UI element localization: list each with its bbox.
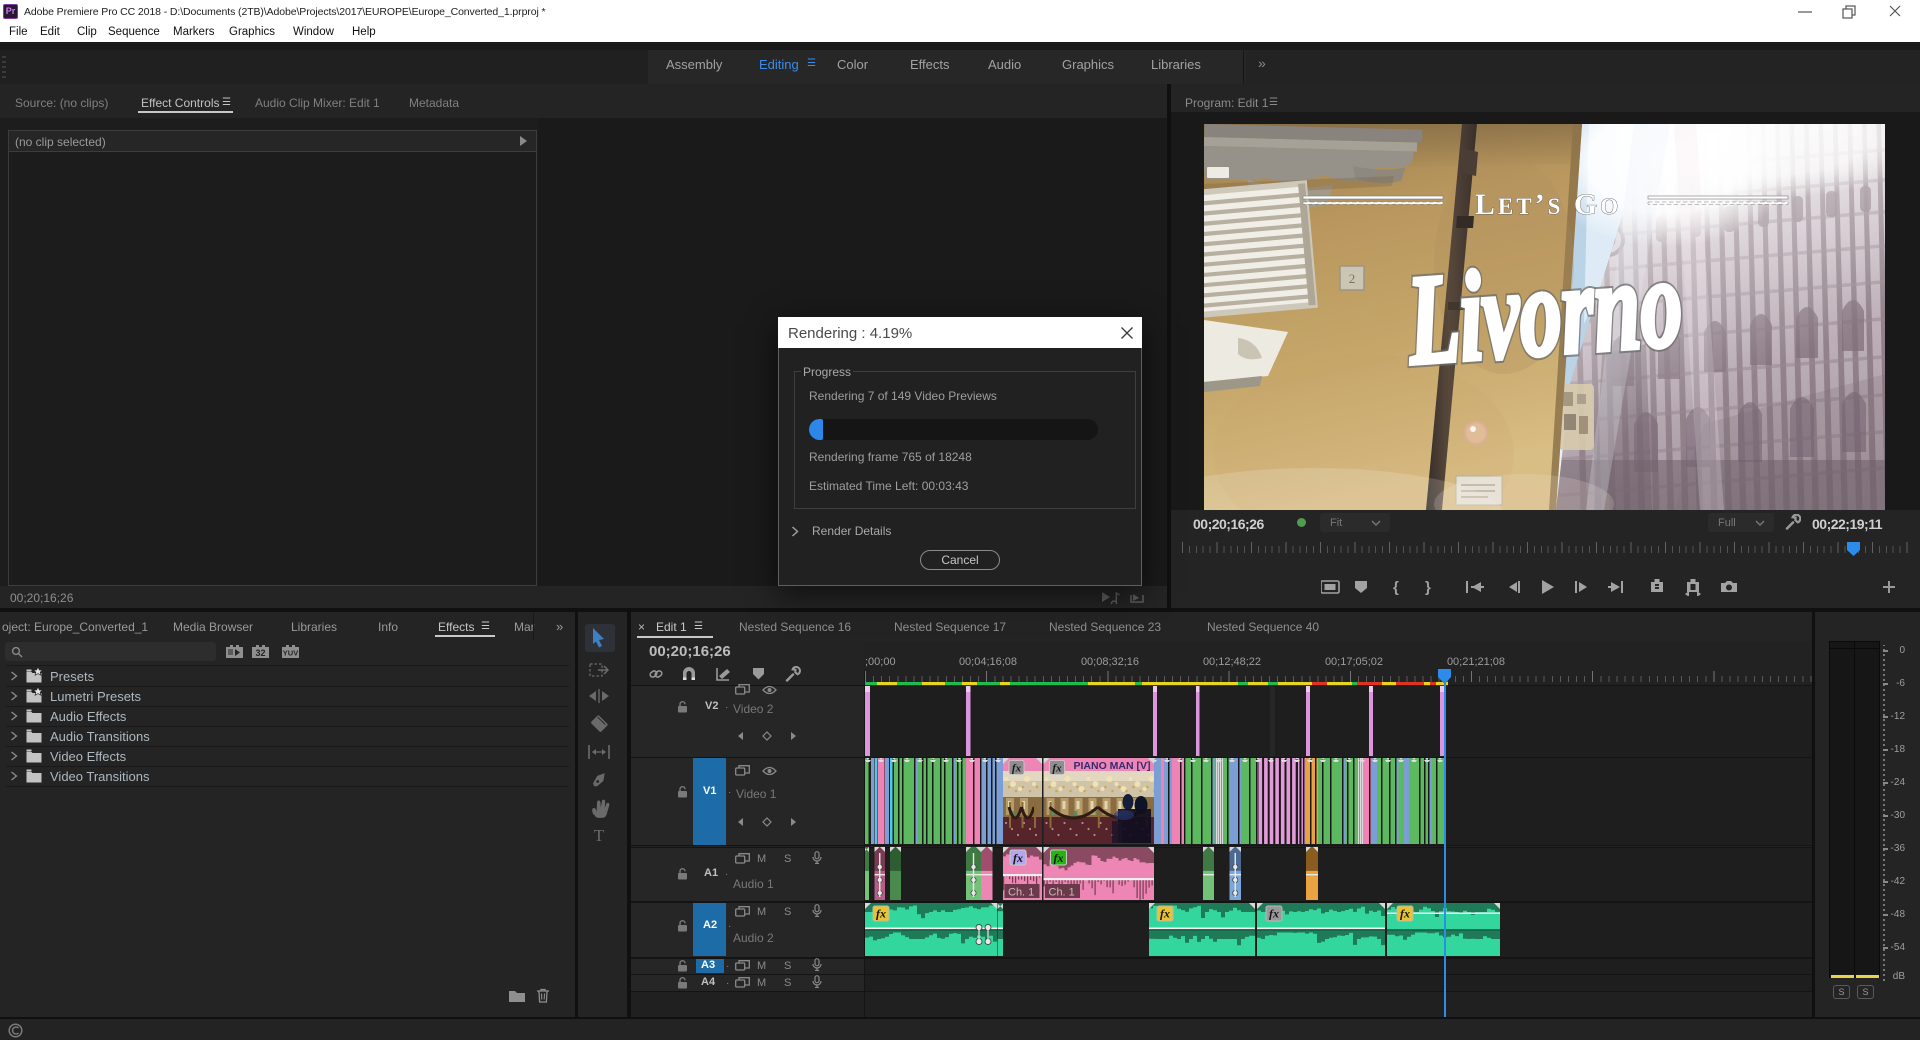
svg-text:fx: fx [1013, 851, 1023, 865]
svg-text:fx: fx [1160, 907, 1170, 921]
svg-text:Ch. 1: Ch. 1 [1008, 887, 1034, 899]
svg-text:32: 32 [255, 648, 265, 658]
svg-text:fx: fx [876, 907, 886, 921]
svg-text:Livorno: Livorno [1403, 231, 1687, 392]
svg-text:fx: fx [1012, 763, 1022, 775]
svg-text:}: } [1425, 579, 1431, 596]
svg-text:T: T [594, 826, 605, 843]
svg-text:YUV: YUV [283, 649, 298, 658]
svg-text:Ch. 1: Ch. 1 [1049, 887, 1075, 899]
svg-text:fx: fx [1054, 851, 1064, 865]
svg-text:fx: fx [1269, 907, 1279, 921]
svg-text:PIANO MAN [V]: PIANO MAN [V] [1074, 760, 1151, 772]
svg-text:{: { [1393, 579, 1399, 596]
svg-text:fx: fx [1400, 907, 1410, 921]
svg-text:fx: fx [1052, 763, 1062, 775]
